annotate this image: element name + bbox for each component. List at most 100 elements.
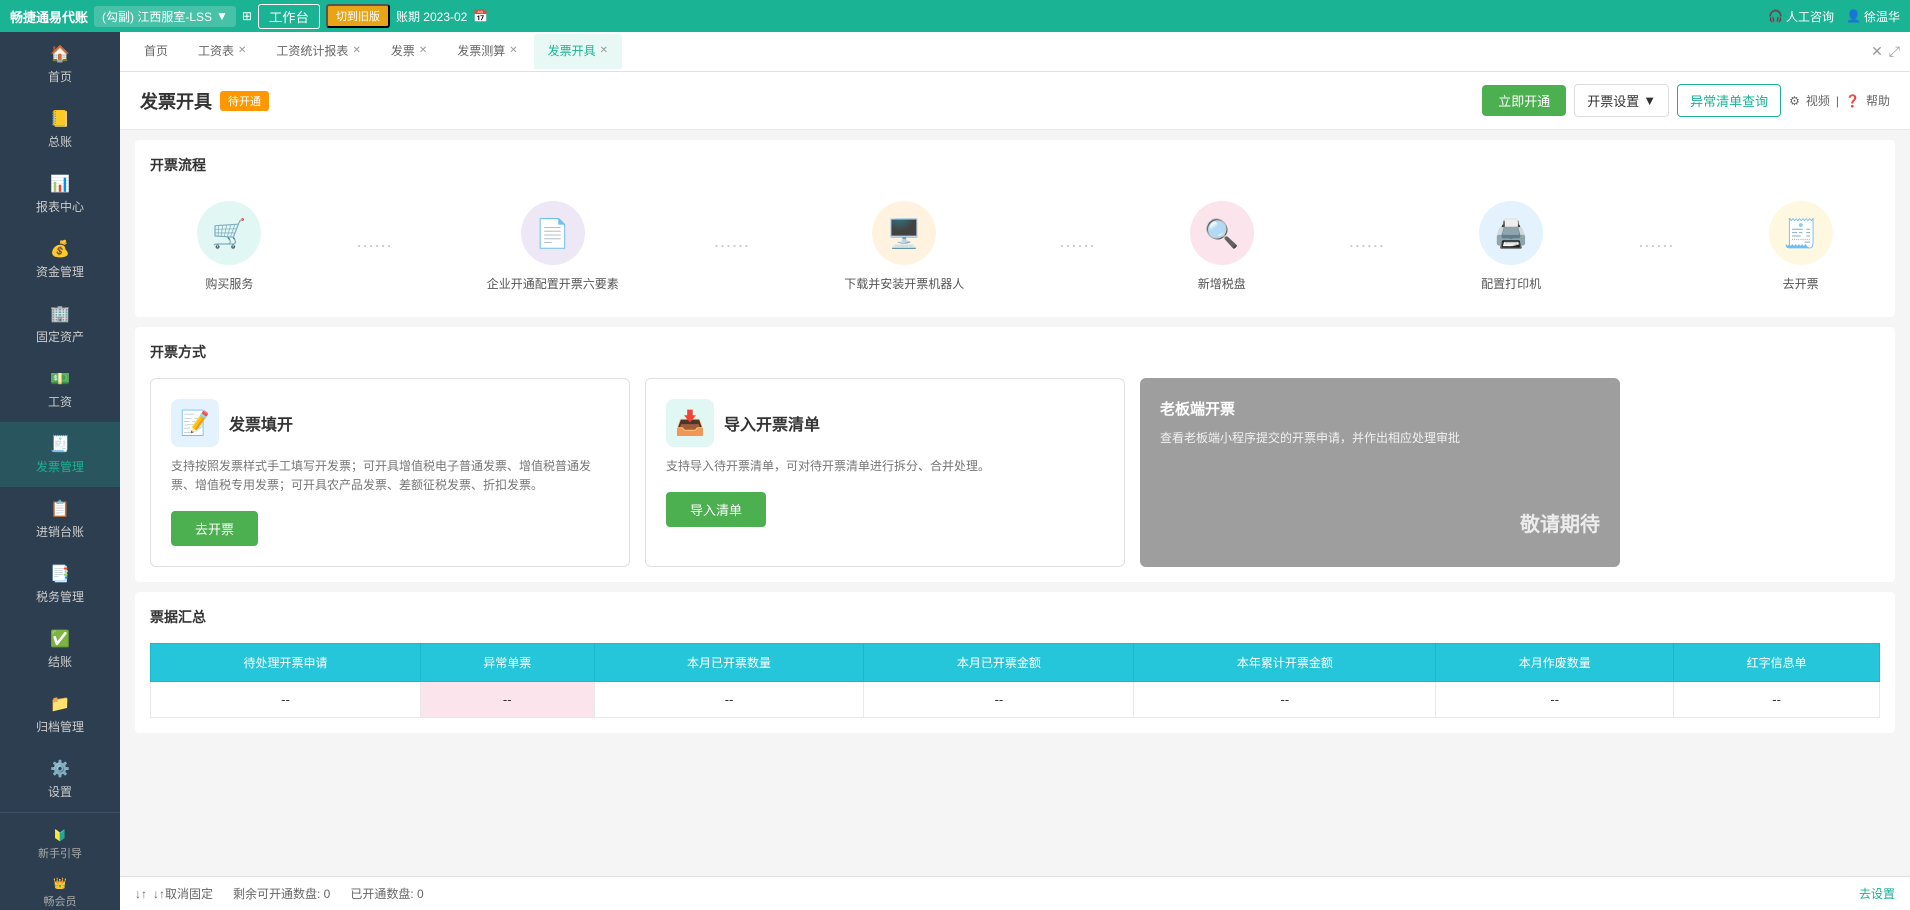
sidebar-item-invoice[interactable]: 🧾 发票管理 — [0, 422, 120, 487]
workflow-icon-0: 🛒 — [197, 201, 261, 265]
settings-icon: ⚙ — [1789, 94, 1800, 108]
sidebar-item-archive[interactable]: 📁 归档管理 — [0, 682, 120, 747]
go-invoice-button[interactable]: 去开票 — [171, 511, 258, 546]
method-icon-import: 📥 — [666, 399, 714, 447]
method-card-import-header: 📥 导入开票清单 — [666, 399, 1104, 447]
workflow-section-title: 开票流程 — [150, 155, 1880, 175]
workflow-icon-2: 🖥️ — [872, 201, 936, 265]
method-card-manual: 📝 发票填开 支持按照发票样式手工填写开发票；可开具增值税电子普通发票、增值税普… — [150, 378, 630, 567]
workflow-step-4: 🖨️ 配置打印机 — [1479, 201, 1543, 292]
tab-home[interactable]: 首页 — [130, 34, 182, 69]
close-tab-invoice[interactable]: ✕ — [419, 45, 427, 56]
page-content: 发票开具 待开通 立即开通 开票设置 ▼ 异常清单查询 ⚙ 视频 | ❓ — [120, 72, 1910, 876]
method-card-manual-header: 📝 发票填开 — [171, 399, 609, 447]
workbench-button[interactable]: 工作台 — [258, 4, 320, 29]
col-abnormal: 异常单票 — [420, 644, 594, 682]
page-header-actions: 立即开通 开票设置 ▼ 异常清单查询 ⚙ 视频 | ❓ 帮助 — [1482, 84, 1890, 117]
go-setting-link[interactable]: 去设置 — [1859, 885, 1895, 902]
settings-icon: ⚙️ — [50, 759, 70, 779]
page-header: 发票开具 待开通 立即开通 开票设置 ▼ 异常清单查询 ⚙ 视频 | ❓ — [120, 72, 1910, 130]
pin-button[interactable]: ↓↑ ↓↑取消固定 — [135, 885, 213, 902]
tab-bar: 首页 工资表 ✕ 工资统计报表 ✕ 发票 ✕ 发票测算 ✕ 发票开具 ✕ — [120, 32, 1910, 72]
col-monthly-amount: 本月已开票金额 — [864, 644, 1134, 682]
old-platform-title: 老板端开票 — [1160, 398, 1600, 419]
sidebar-item-assets[interactable]: 🏢 固定资产 — [0, 292, 120, 357]
workflow-arrow-4: ⋯⋯ — [1638, 236, 1674, 257]
sidebar-bottom: 🔰 新手引导 👑 畅会员 — [0, 812, 120, 910]
workflow-label-0: 购买服务 — [205, 275, 253, 292]
cell-abnormal: -- — [420, 682, 594, 718]
coming-soon-label: 敬请期待 — [1520, 508, 1600, 537]
top-bar-left: 畅捷通易代账 (勾副) 江西服室-LSS ▼ ⊞ 工作台 切到旧版 账期 202… — [10, 4, 488, 29]
sidebar-item-reports[interactable]: 📊 报表中心 — [0, 162, 120, 227]
workflow-step-2: 🖥️ 下载并安装开票机器人 — [844, 201, 964, 292]
purchase-sales-icon: 📋 — [50, 499, 70, 519]
workflow-label-3: 新增税盘 — [1198, 275, 1246, 292]
workflow-arrow-1: ⋯⋯ — [714, 236, 750, 257]
sidebar-item-ledger[interactable]: 📒 总账 — [0, 97, 120, 162]
col-void-count: 本月作废数量 — [1436, 644, 1674, 682]
method-desc-import: 支持导入待开票清单，可对待开票清单进行拆分、合并处理。 — [666, 457, 1104, 476]
sidebar-item-funds[interactable]: 💰 资金管理 — [0, 227, 120, 292]
workflow-step-3: 🔍 新增税盘 — [1190, 201, 1254, 292]
open-now-button[interactable]: 立即开通 — [1482, 85, 1566, 116]
sidebar-item-purchase-sales[interactable]: 📋 进销台账 — [0, 487, 120, 552]
bottom-bar: ↓↑ ↓↑取消固定 剩余可开通数盘: 0 已开通数盘: 0 去设置 — [120, 876, 1910, 910]
sidebar-item-home[interactable]: 🏠 首页 — [0, 32, 120, 97]
col-monthly-count: 本月已开票数量 — [594, 644, 864, 682]
invoice-methods-title: 开票方式 — [150, 342, 1880, 362]
home-icon: 🏠 — [50, 44, 70, 64]
assets-icon: 🏢 — [50, 304, 70, 324]
expand-icon[interactable]: ⤢ — [1889, 43, 1900, 60]
workflow-icon-5: 🧾 — [1769, 201, 1833, 265]
sidebar-item-settings[interactable]: ⚙️ 设置 — [0, 747, 120, 812]
user-menu[interactable]: 👤 徐温华 — [1846, 8, 1900, 25]
workflow-arrow-3: ⋯⋯ — [1348, 236, 1384, 257]
abnormal-query-button[interactable]: 异常清单查询 — [1677, 84, 1781, 117]
import-list-button[interactable]: 导入清单 — [666, 492, 766, 527]
company-selector[interactable]: (勾副) 江西服室-LSS ▼ — [94, 6, 236, 27]
sidebar-item-payroll[interactable]: 💵 工资 — [0, 357, 120, 422]
close-tab-invoice-calc[interactable]: ✕ — [509, 45, 517, 56]
workflow-step-1: 📄 企业开通配置开票六要素 — [487, 201, 619, 292]
ledger-icon: 📒 — [50, 109, 70, 129]
status-badge: 待开通 — [220, 91, 269, 111]
tab-invoice-issue[interactable]: 发票开具 ✕ — [534, 34, 622, 69]
sidebar-item-guide[interactable]: 🔰 新手引导 — [0, 821, 120, 869]
col-red-info: 红字信息单 — [1674, 644, 1880, 682]
workflow-step-5: 🧾 去开票 — [1769, 201, 1833, 292]
open-settings-button[interactable]: 开票设置 ▼ — [1574, 84, 1669, 117]
bottom-bar-left: ↓↑ ↓↑取消固定 剩余可开通数盘: 0 已开通数盘: 0 — [135, 885, 424, 902]
invoice-methods-section: 开票方式 📝 发票填开 支持按照发票样式手工填写开发票；可开具增值税电子普通发票… — [135, 327, 1895, 582]
service-button[interactable]: 🎧 人工咨询 — [1768, 8, 1834, 25]
sidebar-item-settle[interactable]: ✅ 结账 — [0, 617, 120, 682]
sidebar: 🏠 首页 📒 总账 📊 报表中心 💰 资金管理 🏢 固定资产 💵 工资 🧾 发票… — [0, 32, 120, 910]
tab-payroll-report[interactable]: 工资统计报表 ✕ — [262, 34, 374, 69]
funds-icon: 💰 — [50, 239, 70, 259]
tab-payslip[interactable]: 工资表 ✕ — [184, 34, 260, 69]
sidebar-item-membership[interactable]: 👑 畅会员 — [0, 869, 120, 910]
tab-invoice-calc[interactable]: 发票测算 ✕ — [443, 34, 531, 69]
workflow-icon-1: 📄 — [521, 201, 585, 265]
tax-icon: 📑 — [50, 564, 70, 584]
close-tab-invoice-issue[interactable]: ✕ — [600, 45, 608, 56]
switch-old-button[interactable]: 切到旧版 — [326, 4, 390, 28]
tab-invoice[interactable]: 发票 ✕ — [377, 34, 441, 69]
cell-annual-amount: -- — [1134, 682, 1436, 718]
close-all-icon[interactable]: ✕ — [1871, 43, 1883, 60]
sidebar-item-tax[interactable]: 📑 税务管理 — [0, 552, 120, 617]
settle-icon: ✅ — [50, 629, 70, 649]
workflow-label-2: 下载并安装开票机器人 — [844, 275, 964, 292]
payroll-icon: 💵 — [50, 369, 70, 389]
workflow-arrow-0: ⋯⋯ — [356, 236, 392, 257]
method-icon-manual: 📝 — [171, 399, 219, 447]
method-card-import: 📥 导入开票清单 支持导入待开票清单，可对待开票清单进行拆分、合并处理。 导入清… — [645, 378, 1125, 567]
cell-void-count: -- — [1436, 682, 1674, 718]
summary-table: 待处理开票申请 异常单票 本月已开票数量 本月已开票金额 本年累计开票金额 本月… — [150, 643, 1880, 718]
summary-title: 票据汇总 — [150, 607, 1880, 627]
close-tab-payslip[interactable]: ✕ — [238, 45, 246, 56]
col-pending: 待处理开票申请 — [151, 644, 421, 682]
help-icon: ❓ — [1845, 94, 1860, 108]
guide-icon: 🔰 — [53, 829, 67, 842]
close-tab-payroll-report[interactable]: ✕ — [352, 45, 360, 56]
